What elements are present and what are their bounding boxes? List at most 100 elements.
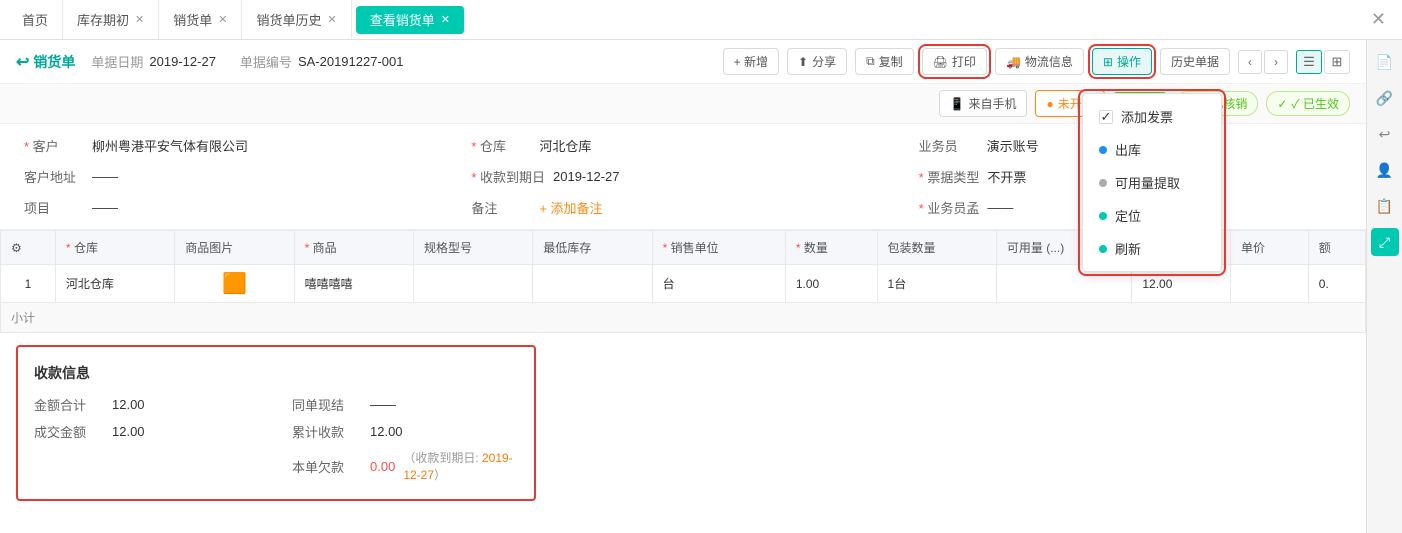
tab-bar: 首页 库存期初 ✕ 销货单 ✕ 销货单历史 ✕ 查看销货单 ✕ ✕ (0, 0, 1402, 40)
tab-view-sales-order[interactable]: 查看销货单 ✕ (356, 6, 465, 34)
sidebar-doc-icon[interactable]: 📄 (1371, 48, 1399, 76)
doc-header: ↩ 销货单 单据日期 2019-12-27 单据编号 SA-20191227-0… (0, 40, 1366, 84)
dropdown-available-qty[interactable]: 可用量提取 (1083, 166, 1221, 199)
tab-inventory-init[interactable]: 库存期初 ✕ (63, 0, 159, 39)
copy-button[interactable]: ⧉ 复制 (855, 48, 914, 75)
close-tab-inventory-init[interactable]: ✕ (135, 13, 144, 26)
toolbar: + 新增 ⬆ 分享 ⧉ 复制 🖨 打印 🚚 物流信息 (723, 48, 1350, 75)
from-phone-btn[interactable]: 📱 来自手机 (939, 90, 1028, 117)
nav-arrows: ‹ › (1238, 50, 1288, 74)
same-order-settlement-row: 同单现结 —— (292, 395, 518, 414)
effective-badge[interactable]: ✓ ✓ 已生效 (1266, 91, 1350, 116)
note-row: 备注 + 添加备注 (471, 198, 894, 217)
sidebar-expand-icon[interactable]: ⤢ (1371, 228, 1399, 256)
view-toggle: ☰ ⊞ (1296, 50, 1350, 74)
add-note-btn[interactable]: + 添加备注 (539, 198, 602, 217)
row-product-image: 🟧 (175, 265, 294, 303)
col-sales-unit: 销售单位 (652, 231, 785, 265)
phone-icon: 📱 (950, 97, 965, 111)
sidebar-return-icon[interactable]: ↩ (1371, 120, 1399, 148)
address-label: 客户地址 (24, 167, 84, 186)
tab-sales-order[interactable]: 销货单 ✕ (159, 0, 242, 39)
invoice-type-value: 不开票 (987, 167, 1026, 186)
dropdown-locate[interactable]: 定位 (1083, 199, 1221, 232)
logistics-button[interactable]: 🚚 物流信息 (995, 48, 1084, 75)
col-quantity: 数量 (785, 231, 877, 265)
cumulative-collection-value: 12.00 (370, 424, 403, 439)
row-sales-unit: 台 (652, 265, 785, 303)
project-value: —— (92, 200, 118, 215)
same-order-settlement-value: —— (370, 397, 396, 412)
close-tab-sales-order[interactable]: ✕ (218, 13, 227, 26)
dropdown-add-invoice[interactable]: ✓ 添加发票 (1083, 100, 1221, 133)
doc-date: 单据日期 2019-12-27 (91, 52, 216, 71)
next-arrow[interactable]: › (1264, 50, 1288, 74)
col-product: 商品 (294, 231, 413, 265)
list-view-btn[interactable]: ☰ (1296, 50, 1322, 74)
same-order-settlement-label: 同单现结 (292, 395, 362, 414)
close-window-button[interactable]: ✕ (1363, 9, 1394, 30)
col-product-image: 商品图片 (175, 231, 294, 265)
truck-icon: 🚚 (1006, 55, 1021, 69)
tab-home[interactable]: 首页 (8, 0, 63, 39)
operation-dropdown: ✓ 添加发票 出库 可用量提取 定位 刷新 (1082, 93, 1222, 272)
share-button[interactable]: ⬆ 分享 (787, 48, 847, 75)
doc-type-badge: ↩ 销货单 (16, 52, 75, 72)
outstanding-value: 0.00 (370, 459, 395, 474)
address-row: 客户地址 —— (24, 167, 447, 186)
sidebar-link-icon[interactable]: 🔗 (1371, 84, 1399, 112)
total-amount-row: 金额合计 12.00 (34, 395, 260, 414)
close-tab-view-sales-order[interactable]: ✕ (441, 13, 450, 26)
total-amount-value: 12.00 (112, 397, 145, 412)
row-spec (413, 265, 532, 303)
transaction-amount-label: 成交金额 (34, 422, 104, 441)
project-label: 项目 (24, 198, 84, 217)
print-button[interactable]: 🖨 打印 (922, 48, 987, 75)
row-product: 嘻嘻嘻嘻 (294, 265, 413, 303)
new-button[interactable]: + 新增 (723, 48, 779, 75)
grid-view-btn[interactable]: ⊞ (1324, 50, 1350, 74)
sidebar-user-icon[interactable]: 👤 (1371, 156, 1399, 184)
subtotal-label: 小计 (1, 303, 1366, 333)
row-pack-qty: 1台 (877, 265, 996, 303)
project-row: 项目 —— (24, 198, 447, 217)
close-tab-sales-order-history[interactable]: ✕ (328, 13, 337, 26)
payment-box: 收款信息 金额合计 12.00 同单现结 —— 成交金额 12.00 累计收款 … (16, 345, 536, 501)
history-button[interactable]: 历史单据 (1160, 48, 1230, 75)
circle-icon: ● (1046, 97, 1053, 111)
cumulative-collection-row: 累计收款 12.00 (292, 422, 518, 441)
row-quantity: 1.00 (785, 265, 877, 303)
sidebar-copy-icon[interactable]: 📋 (1371, 192, 1399, 220)
sales-rep-value: —— (987, 200, 1013, 215)
warehouse-row: 仓库 河北仓库 (471, 136, 894, 155)
row-unit-price (1230, 265, 1308, 303)
operation-button[interactable]: ⊞ 操作 (1092, 48, 1152, 75)
tab-sales-order-history[interactable]: 销货单历史 ✕ (242, 0, 351, 39)
transaction-amount-row: 成交金额 12.00 (34, 422, 260, 441)
col-pack-qty: 包装数量 (877, 231, 996, 265)
cumulative-collection-label: 累计收款 (292, 422, 362, 441)
row-min-stock (533, 265, 652, 303)
dropdown-refresh[interactable]: 刷新 (1083, 232, 1221, 265)
right-sidebar: 📄 🔗 ↩ 👤 📋 ⤢ (1366, 40, 1402, 533)
row-num: 1 (1, 265, 56, 303)
customer-value: 柳州粤港平安气体有限公司 (92, 136, 248, 155)
doc-icon: ↩ (16, 52, 29, 72)
subtotal-row: 小计 (1, 303, 1366, 333)
sales-rep-label: 业务员孟 (919, 198, 980, 217)
col-spec: 规格型号 (413, 231, 532, 265)
col-unit-price: 单价 (1230, 231, 1308, 265)
dot-blue-icon (1099, 146, 1107, 154)
col-amount: 额 (1308, 231, 1365, 265)
invoice-type-label: 票据类型 (919, 167, 980, 186)
doc-type-label: 销货单 (33, 52, 75, 72)
total-amount-label: 金额合计 (34, 395, 104, 414)
prev-arrow[interactable]: ‹ (1238, 50, 1262, 74)
outstanding-note: （收款到期日: 2019-12-27） (403, 449, 518, 483)
doc-title-area: ↩ 销货单 单据日期 2019-12-27 单据编号 SA-20191227-0… (16, 52, 403, 72)
payment-due-row: 收款到期日 2019-12-27 (471, 167, 894, 186)
dot-teal-icon-locate (1099, 212, 1107, 220)
col-settings: ⚙ (1, 231, 56, 265)
outstanding-row: 本单欠款 0.00 （收款到期日: 2019-12-27） (292, 449, 518, 483)
dropdown-outbound[interactable]: 出库 (1083, 133, 1221, 166)
